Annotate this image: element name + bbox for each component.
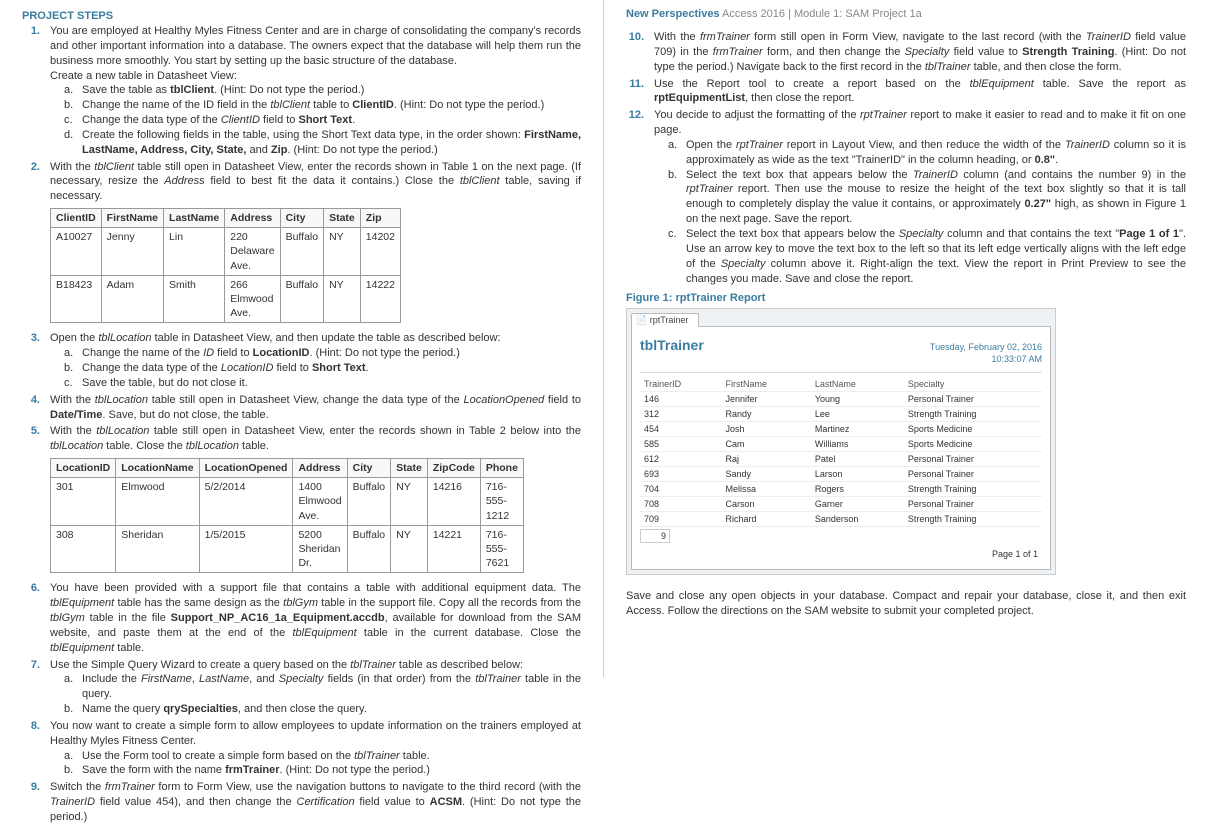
steps-right: 10. With the frmTrainer form still open … bbox=[626, 30, 1186, 286]
table-2-location: LocationIDLocationNameLocationOpenedAddr… bbox=[50, 458, 524, 573]
step-11: Use the Report tool to create a report b… bbox=[654, 77, 1186, 107]
step-1: You are employed at Healthy Myles Fitnes… bbox=[50, 24, 581, 158]
page-header: New Perspectives Access 2016 | Module 1:… bbox=[626, 8, 1186, 20]
step-12: You decide to adjust the formatting of t… bbox=[654, 108, 1186, 286]
right-page: New Perspectives Access 2016 | Module 1:… bbox=[604, 0, 1208, 677]
step-10: With the frmTrainer form still open in F… bbox=[654, 30, 1186, 75]
section-title: PROJECT STEPS bbox=[22, 10, 581, 22]
step-6: You have been provided with a support fi… bbox=[50, 581, 581, 655]
step-4: With the tblLocation table still open in… bbox=[50, 393, 581, 423]
step-8: You now want to create a simple form to … bbox=[50, 719, 581, 778]
step-9: Switch the frmTrainer form to Form View,… bbox=[50, 780, 581, 825]
report-page-footer: Page 1 of 1 bbox=[640, 543, 1042, 561]
report-timestamp: Tuesday, February 02, 201610:33:07 AM bbox=[930, 342, 1042, 365]
figure-caption: Figure 1: rptTrainer Report bbox=[626, 292, 1186, 304]
steps-left: 1. You are employed at Healthy Myles Fit… bbox=[22, 24, 581, 825]
report-table: TrainerIDFirstNameLastNameSpecialty146Je… bbox=[640, 377, 1042, 527]
step-3: Open the tblLocation table in Datasheet … bbox=[50, 331, 581, 390]
report-title: tblTrainer bbox=[640, 337, 704, 353]
table-1-client: ClientIDFirstNameLastNameAddressCityStat… bbox=[50, 208, 401, 323]
left-page: PROJECT STEPS 1. You are employed at Hea… bbox=[0, 0, 604, 677]
closing-instructions: Save and close any open objects in your … bbox=[626, 589, 1186, 619]
step-5: With the tblLocation table still open in… bbox=[50, 424, 581, 579]
report-tab: 📄 rptTrainer bbox=[631, 313, 699, 327]
report-count: 9 bbox=[640, 529, 670, 543]
step-2: With the tblClient table still open in D… bbox=[50, 160, 581, 330]
step-7: Use the Simple Query Wizard to create a … bbox=[50, 658, 581, 717]
report-preview: 📄 rptTrainer tblTrainer Tuesday, Februar… bbox=[626, 308, 1056, 574]
